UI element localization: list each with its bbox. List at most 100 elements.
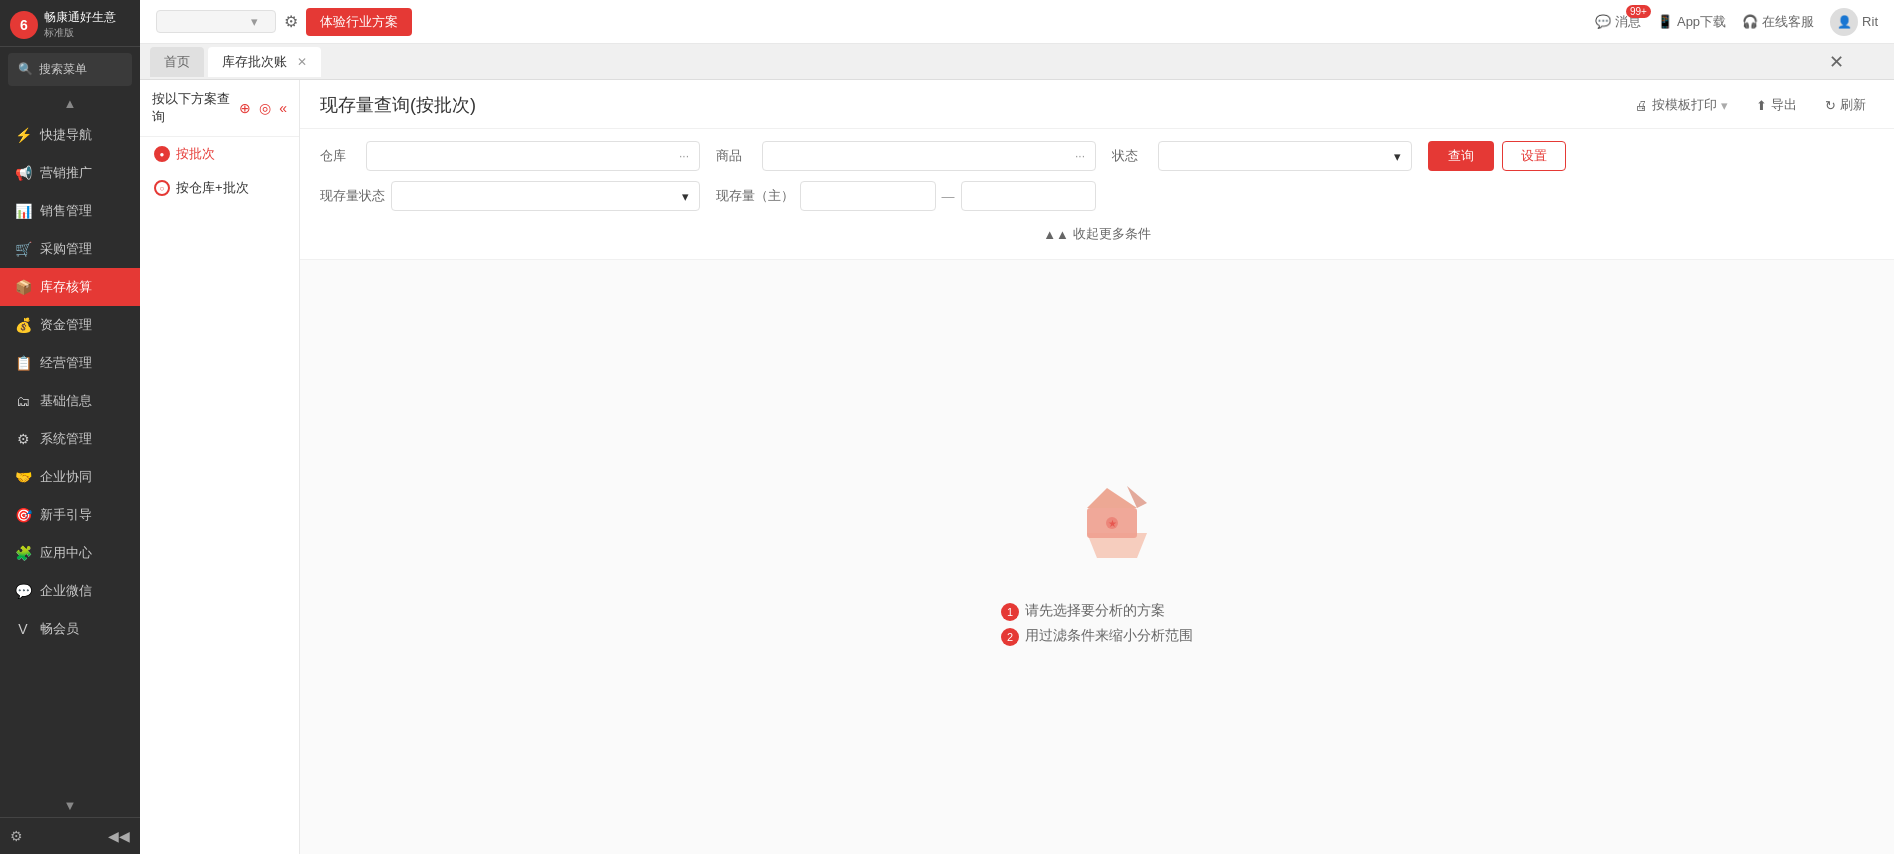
sidebar-nav: ⚡ 快捷导航 📢 营销推广 📊 销售管理 🛒 采购管理 📦 库存核算 💰 资金管… (0, 116, 140, 793)
collapse-sidebar-icon[interactable]: ◀◀ (108, 828, 130, 844)
settings-btn[interactable]: 设置 (1502, 141, 1566, 171)
sidebar-item-wechat[interactable]: 💬 企业微信 (0, 572, 140, 610)
sidebar-item-member[interactable]: V 畅会员 (0, 610, 140, 648)
tab-home-label: 首页 (164, 53, 190, 71)
page-title: 现存量查询(按批次) (320, 93, 476, 117)
warehouse-input[interactable]: ··· (366, 141, 700, 171)
sidebar-item-label: 快捷导航 (40, 126, 92, 144)
content-area: 按以下方案查询 ⊕ ◎ « ● 按批次 ○ 按仓库+批次 现存量查询(按批次) (140, 80, 1894, 854)
stock-qty-dash: — (942, 189, 955, 204)
app-download-icon: 📱 (1657, 14, 1673, 29)
status-label: 状态 (1112, 147, 1152, 165)
search-chevron-icon[interactable]: ▾ (251, 14, 258, 29)
sidebar-search[interactable]: 🔍 搜索菜单 (8, 53, 132, 86)
topbar-search-box[interactable]: ▾ (156, 10, 276, 33)
marketing-icon: 📢 (14, 164, 32, 182)
sidebar-item-appcenter[interactable]: 🧩 应用中心 (0, 534, 140, 572)
tab-home[interactable]: 首页 (150, 47, 204, 77)
tab-batch-account[interactable]: 库存批次账 ✕ (208, 47, 321, 77)
sidebar-item-inventory[interactable]: 📦 库存核算 (0, 268, 140, 306)
topbar-gear-icon[interactable]: ⚙ (284, 12, 298, 31)
topbar-right: 💬 消息 99+ 📱 App下载 🎧 在线客服 👤 Rit (1595, 8, 1878, 36)
query-btn[interactable]: 查询 (1428, 141, 1494, 171)
filter-stock-qty: 现存量（主） — (716, 181, 1096, 211)
filter-status: 状态 ▾ (1112, 141, 1412, 171)
sidebar-item-label: 系统管理 (40, 430, 92, 448)
username-label: Rit (1862, 14, 1878, 29)
sidebar-item-quick-nav[interactable]: ⚡ 快捷导航 (0, 116, 140, 154)
sidebar-item-finance[interactable]: 💰 资金管理 (0, 306, 140, 344)
finance-icon: 💰 (14, 316, 32, 334)
refresh-btn[interactable]: ↻ 刷新 (1817, 92, 1874, 118)
left-panel: 按以下方案查询 ⊕ ◎ « ● 按批次 ○ 按仓库+批次 (140, 80, 300, 854)
tab-batch-account-label: 库存批次账 (222, 53, 287, 71)
scheme-settings-icon[interactable]: ◎ (259, 100, 271, 116)
filter-area: 仓库 ··· 商品 ··· (300, 129, 1894, 260)
goods-input[interactable]: ··· (762, 141, 1096, 171)
stock-status-select[interactable]: ▾ (391, 181, 700, 211)
tabbar-global-close-icon[interactable]: ✕ (1829, 51, 1844, 73)
newbie-icon: 🎯 (14, 506, 32, 524)
print-btn[interactable]: 🖨 按模板打印 ▾ (1627, 92, 1736, 118)
sidebar-item-base[interactable]: 🗂 基础信息 (0, 382, 140, 420)
scheme-inactive-icon: ○ (154, 180, 170, 196)
collapse-more-conditions[interactable]: ▲▲ 收起更多条件 (320, 221, 1874, 247)
warehouse-more-icon[interactable]: ··· (679, 149, 689, 163)
edition-badge: 标准版 (44, 26, 116, 40)
sidebar-item-purchase[interactable]: 🛒 采购管理 (0, 230, 140, 268)
goods-more-icon[interactable]: ··· (1075, 149, 1085, 163)
sidebar-item-system[interactable]: ⚙ 系统管理 (0, 420, 140, 458)
trial-btn[interactable]: 体验行业方案 (306, 8, 412, 36)
settings-icon[interactable]: ⚙ (10, 828, 23, 844)
print-chevron-icon: ▾ (1721, 98, 1728, 113)
filter-stock-status: 现存量状态 ▾ (320, 181, 700, 211)
left-panel-header: 按以下方案查询 ⊕ ◎ « (140, 80, 299, 137)
online-service-btn[interactable]: 🎧 在线客服 (1742, 13, 1814, 31)
printer-icon: 🖨 (1635, 98, 1648, 113)
page-header-actions: 🖨 按模板打印 ▾ ⬆ 导出 ↻ 刷新 (1627, 92, 1874, 118)
left-panel-collapse-icon[interactable]: « (279, 100, 287, 116)
sidebar-item-ops[interactable]: 📋 经营管理 (0, 344, 140, 382)
empty-icon: ★ (1037, 463, 1157, 576)
status-chevron-icon: ▾ (1394, 149, 1401, 164)
sidebar-item-marketing[interactable]: 📢 营销推广 (0, 154, 140, 192)
sidebar-item-label: 采购管理 (40, 240, 92, 258)
sidebar-item-sales[interactable]: 📊 销售管理 (0, 192, 140, 230)
warehouse-label: 仓库 (320, 147, 360, 165)
search-icon: 🔍 (18, 62, 33, 76)
message-btn[interactable]: 💬 消息 99+ (1595, 13, 1641, 31)
sidebar-item-collab[interactable]: 🤝 企业协同 (0, 458, 140, 496)
add-scheme-icon[interactable]: ⊕ (239, 100, 251, 116)
print-btn-label: 按模板打印 (1652, 96, 1717, 114)
sidebar-scroll-up[interactable]: ▲ (0, 92, 140, 116)
app-download-btn[interactable]: 📱 App下载 (1657, 13, 1726, 31)
collapse-more-label: 收起更多条件 (1073, 225, 1151, 243)
stock-qty-input-from[interactable] (800, 181, 936, 211)
filter-actions: 查询 设置 (1428, 141, 1566, 171)
status-select[interactable]: ▾ (1158, 141, 1412, 171)
tab-close-icon[interactable]: ✕ (297, 55, 307, 69)
scheme-item-by-warehouse-batch[interactable]: ○ 按仓库+批次 (140, 171, 299, 205)
topbar-search-input[interactable] (165, 15, 245, 29)
collab-icon: 🤝 (14, 468, 32, 486)
scheme-item-by-batch[interactable]: ● 按批次 (140, 137, 299, 171)
stock-qty-input-to[interactable] (961, 181, 1097, 211)
user-area[interactable]: 👤 Rit (1830, 8, 1878, 36)
tabbar: 首页 库存批次账 ✕ ✕ (140, 44, 1894, 80)
company-name: 畅康通好生意 (44, 10, 116, 26)
empty-tips: 1 请先选择要分析的方案 2 用过滤条件来缩小分析范围 (1001, 596, 1193, 652)
filter-row-2: 现存量状态 ▾ 现存量（主） — (320, 181, 1120, 211)
base-icon: 🗂 (14, 392, 32, 410)
message-icon: 💬 (1595, 14, 1611, 29)
empty-illustration: ★ (1037, 463, 1157, 573)
sidebar-item-newbie[interactable]: 🎯 新手引导 (0, 496, 140, 534)
quick-nav-icon: ⚡ (14, 126, 32, 144)
sidebar-scroll-down[interactable]: ▼ (0, 793, 140, 817)
scheme-item-label: 按批次 (176, 145, 215, 163)
export-btn[interactable]: ⬆ 导出 (1748, 92, 1805, 118)
sidebar-bottom: ⚙ ◀◀ (0, 817, 140, 854)
inventory-icon: 📦 (14, 278, 32, 296)
message-badge: 99+ (1626, 5, 1651, 18)
export-icon: ⬆ (1756, 98, 1767, 113)
filter-warehouse: 仓库 ··· (320, 141, 700, 171)
